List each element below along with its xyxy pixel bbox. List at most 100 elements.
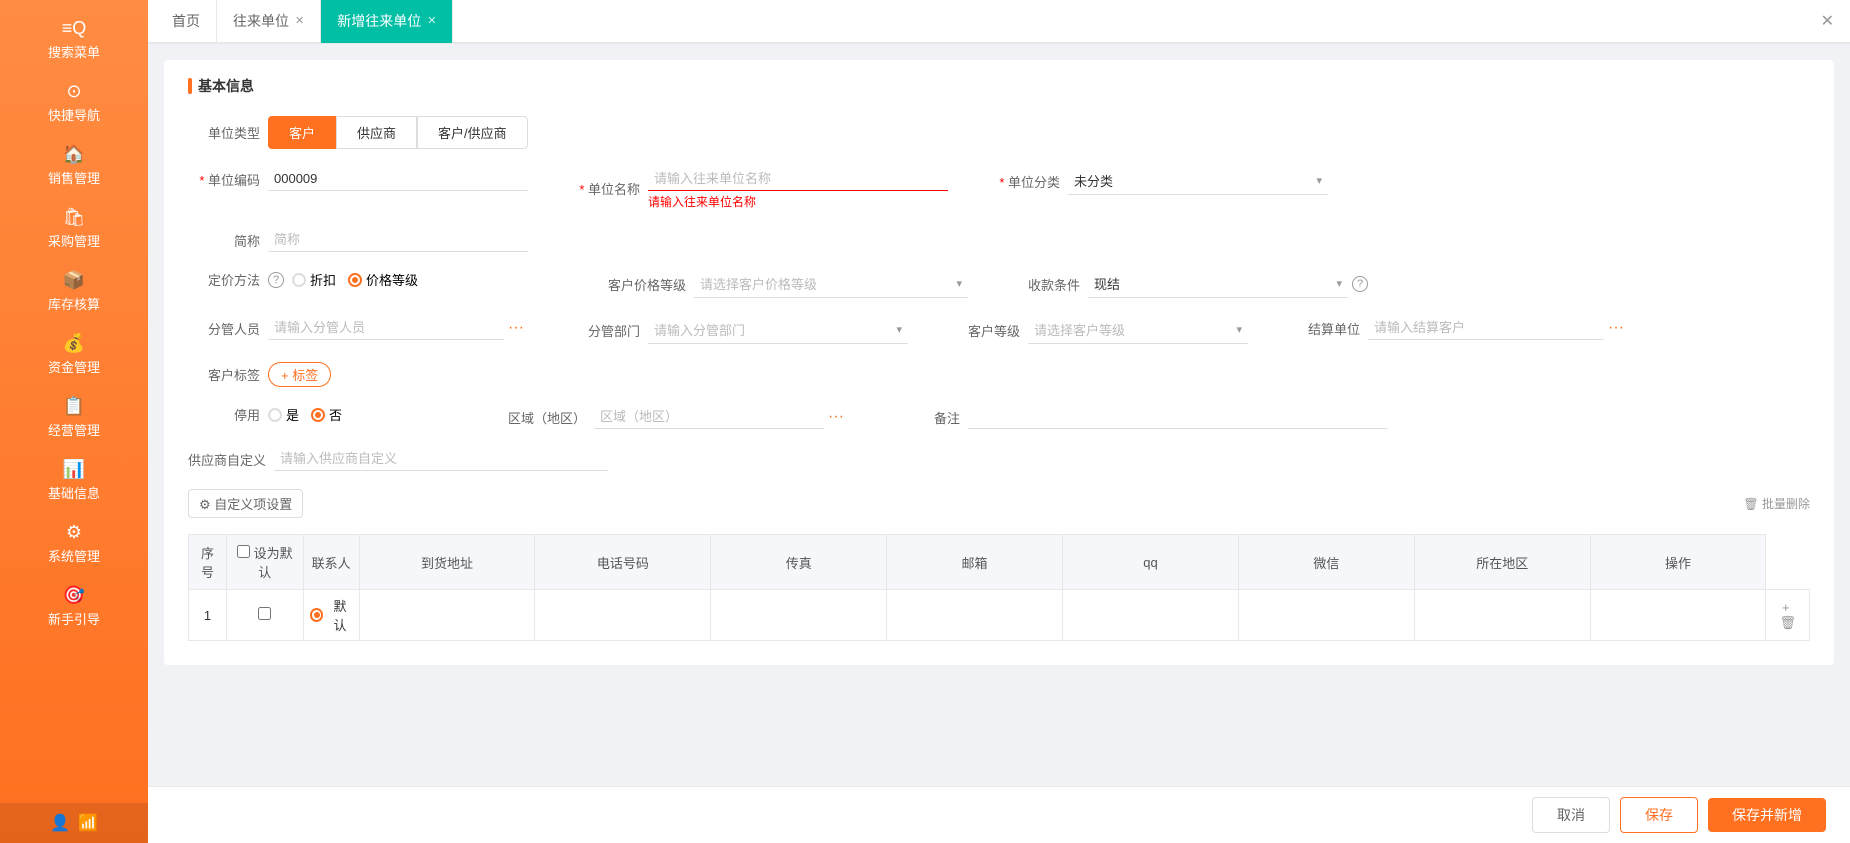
sidebar-item-quick-nav[interactable]: ⊙ 快捷导航 — [0, 71, 148, 134]
sidebar-item-operations[interactable]: 📋 经营管理 — [0, 386, 148, 449]
unit-type-supplier[interactable]: 供应商 — [336, 116, 417, 149]
contact-input[interactable] — [366, 608, 529, 623]
disabled-no[interactable]: 否 — [311, 405, 342, 424]
settlement-more-icon[interactable]: ··· — [1604, 319, 1628, 337]
row-checkbox[interactable] — [258, 607, 271, 620]
cell-region[interactable] — [1590, 590, 1766, 641]
unit-category-select[interactable]: 未分类 ▾ — [1068, 167, 1328, 195]
save-new-button[interactable]: 保存并新增 — [1708, 798, 1826, 832]
cell-index: 1 — [189, 590, 227, 641]
email-input[interactable] — [1069, 608, 1232, 623]
tab-home[interactable]: 首页 — [156, 0, 217, 43]
batch-delete-button[interactable]: 🗑 批量删除 — [1743, 495, 1810, 512]
payment-terms-help-icon[interactable]: ? — [1352, 276, 1368, 292]
col-address: 到货地址 — [359, 535, 535, 590]
supplier-custom-input[interactable] — [274, 447, 608, 471]
unit-name-input[interactable] — [648, 167, 948, 191]
tags-field: 客户标签 + 标签 — [188, 362, 1810, 387]
row-default-radio-label[interactable]: 默认 — [310, 596, 353, 634]
wechat-input[interactable] — [1421, 608, 1584, 623]
tab-new-partner[interactable]: 新增往来单位 ✕ — [321, 0, 453, 43]
sidebar-item-inventory[interactable]: 📦 库存核算 — [0, 260, 148, 323]
section-title: 基本信息 — [188, 76, 1810, 96]
sidebar-item-label: 搜索菜单 — [48, 42, 100, 61]
cell-wechat[interactable] — [1414, 590, 1590, 641]
cell-qq[interactable] — [1238, 590, 1414, 641]
cell-fax[interactable] — [887, 590, 1063, 641]
customer-level-select[interactable]: 请选择客户等级 ▾ — [1028, 316, 1248, 344]
cancel-button[interactable]: 取消 — [1532, 797, 1610, 833]
custom-settings-button[interactable]: ⚙ 自定义项设置 — [188, 489, 303, 518]
region-more-icon[interactable]: ··· — [824, 408, 848, 426]
fax-input[interactable] — [893, 608, 1056, 623]
pricing-price-level[interactable]: 价格等级 — [348, 270, 418, 289]
settlement-unit-input[interactable] — [1368, 316, 1604, 340]
sidebar-item-purchase[interactable]: 🛍 采购管理 — [0, 197, 148, 260]
unit-type-customer[interactable]: 客户 — [268, 116, 336, 149]
remark-input[interactable] — [968, 405, 1388, 429]
short-name-input[interactable] — [268, 228, 528, 252]
cell-default — [226, 590, 303, 641]
sidebar-item-search[interactable]: ≡Q 搜索菜单 — [0, 8, 148, 71]
add-tag-button[interactable]: + 标签 — [268, 362, 331, 387]
sidebar-item-system[interactable]: ⚙ 系统管理 — [0, 512, 148, 575]
save-button[interactable]: 保存 — [1620, 797, 1698, 833]
guide-icon: 🎯 — [63, 585, 85, 606]
sidebar-item-basic-info[interactable]: 📊 基础信息 — [0, 449, 148, 512]
payment-terms-select[interactable]: 现结 ▾ — [1088, 270, 1348, 298]
unit-type-both[interactable]: 客户/供应商 — [417, 116, 528, 149]
address-input[interactable] — [541, 608, 704, 623]
col-action: 操作 — [1590, 535, 1766, 590]
unit-code-input[interactable] — [268, 167, 528, 191]
manager-input[interactable] — [268, 316, 504, 340]
tags-label: 客户标签 — [188, 365, 268, 384]
cell-address[interactable] — [535, 590, 711, 641]
pricing-discount[interactable]: 折扣 — [292, 270, 336, 289]
unit-category-arrow: ▾ — [1316, 174, 1322, 187]
cell-phone[interactable] — [711, 590, 887, 641]
cell-default-radio: 默认 — [303, 590, 359, 641]
sidebar-item-label: 经营管理 — [48, 420, 100, 439]
short-name-row: 简称 — [188, 228, 1810, 252]
region-field: 区域（地区） ··· — [508, 405, 848, 429]
sidebar-item-label: 基础信息 — [48, 483, 100, 502]
supplier-custom-field: 供应商自定义 — [188, 447, 608, 471]
cell-email[interactable] — [1062, 590, 1238, 641]
region-input[interactable] — [594, 405, 824, 429]
col-default-checkbox[interactable] — [237, 545, 250, 558]
system-icon: ⚙ — [66, 522, 82, 543]
pricing-row: 定价方法 ? 折扣 价格等级 客户价格等级 — [188, 270, 1810, 298]
sidebar-item-sales[interactable]: 🏠 销售管理 — [0, 134, 148, 197]
cell-contact[interactable] — [359, 590, 535, 641]
section-icon — [188, 78, 192, 94]
sidebar-user-icon: 👤 — [50, 813, 70, 833]
customer-price-level-label: 客户价格等级 — [608, 275, 694, 294]
unit-type-field: 单位类型 客户 供应商 客户/供应商 — [188, 116, 1810, 149]
sidebar-item-guide[interactable]: 🎯 新手引导 — [0, 575, 148, 638]
sidebar-item-label: 系统管理 — [48, 546, 100, 565]
payment-terms-arrow: ▾ — [1336, 277, 1342, 290]
sidebar-item-finance[interactable]: 💰 资金管理 — [0, 323, 148, 386]
tab-new-partner-close[interactable]: ✕ — [427, 16, 436, 27]
finance-icon: 💰 — [63, 333, 85, 354]
sales-icon: 🏠 — [63, 144, 85, 165]
unit-code-field: 单位编码 — [188, 167, 528, 191]
delete-row-icon[interactable]: 🗑 — [1779, 615, 1796, 630]
disabled-yes[interactable]: 是 — [268, 405, 299, 424]
department-label: 分管部门 — [568, 321, 648, 340]
operations-icon: 📋 — [63, 396, 85, 417]
phone-input[interactable] — [717, 608, 880, 623]
customer-price-level-select[interactable]: 请选择客户价格等级 ▾ — [694, 270, 968, 298]
disabled-field: 停用 是 否 — [188, 405, 468, 424]
add-row-icon[interactable]: + — [1782, 600, 1790, 615]
col-email: 邮箱 — [887, 535, 1063, 590]
close-all-tabs[interactable]: ✕ — [1813, 7, 1842, 35]
tab-partner[interactable]: 往来单位 ✕ — [217, 0, 321, 43]
department-select[interactable]: 请输入分管部门 ▾ — [648, 316, 908, 344]
manager-more-icon[interactable]: ··· — [504, 319, 528, 337]
qq-input[interactable] — [1245, 608, 1408, 623]
unit-type-label: 单位类型 — [188, 123, 268, 142]
tab-partner-close[interactable]: ✕ — [295, 16, 304, 27]
table-region-input[interactable] — [1597, 608, 1760, 623]
pricing-help-icon[interactable]: ? — [268, 272, 284, 288]
